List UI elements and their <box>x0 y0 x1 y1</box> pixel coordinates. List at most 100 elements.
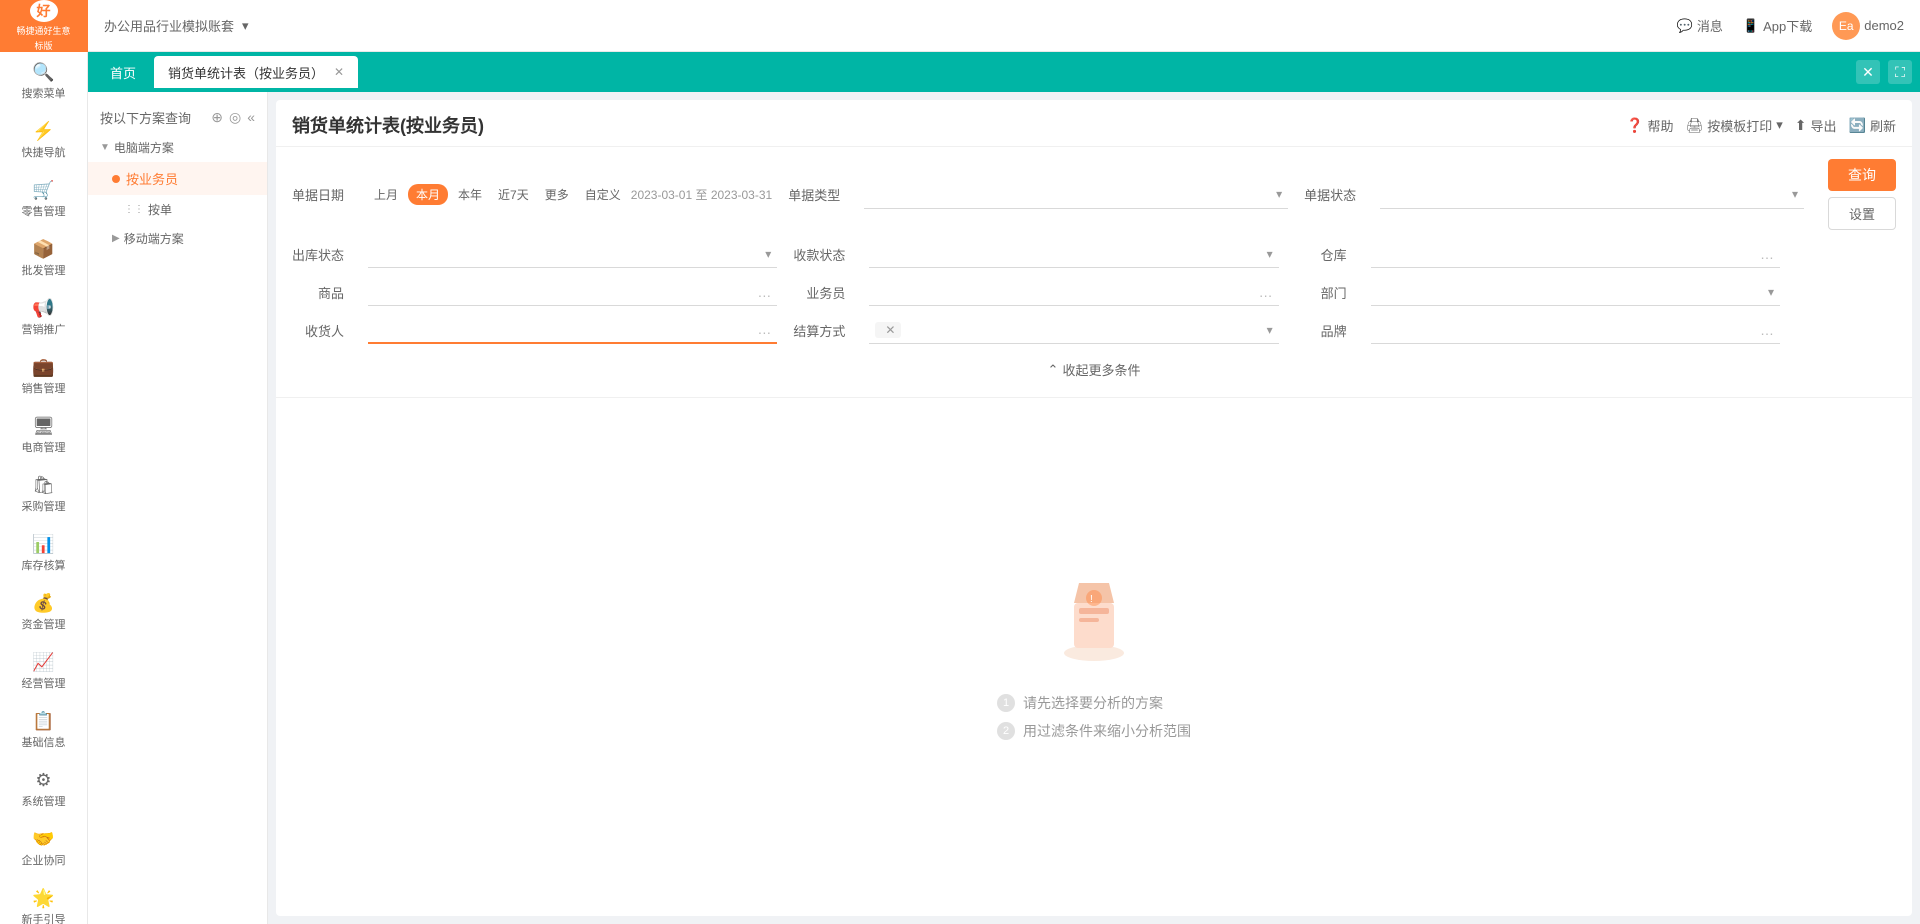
date-btn-thismonth[interactable]: 本月 <box>408 184 448 205</box>
app-download-icon: 📱 <box>1743 18 1759 34</box>
query-btn[interactable]: 查询 <box>1828 159 1896 191</box>
sidebar-label-7: 采购管理 <box>22 498 66 514</box>
user-menu[interactable]: Ea demo2 <box>1832 12 1904 40</box>
plan-item-salesperson[interactable]: 按业务员 <box>88 162 267 195</box>
sidebar-item-1[interactable]: ⚡ 快捷导航 <box>0 111 87 170</box>
sidebar-icon-2: 🛒 <box>32 180 54 201</box>
print-btn[interactable]: 🖨 按模板打印 ▾ <box>1685 116 1782 135</box>
settlement-field[interactable]: ✕ ▾ <box>869 316 1278 344</box>
receive-status-label: 收款状态 <box>793 245 853 264</box>
sub-icon: ⋮⋮ <box>124 204 144 215</box>
sidebar-label-11: 基础信息 <box>22 734 66 750</box>
department-label: 部门 <box>1295 283 1355 302</box>
consignee-field[interactable]: … <box>368 316 777 344</box>
consignee-label: 收货人 <box>292 321 352 340</box>
date-btn-7days[interactable]: 近7天 <box>492 184 535 205</box>
tab-close-icon[interactable]: ✕ <box>334 65 344 79</box>
sidebar-icon-5: 💼 <box>32 357 54 378</box>
refresh-icon: 🔄 <box>1849 117 1866 134</box>
brand-field[interactable]: … <box>1371 316 1780 344</box>
sidebar-item-11[interactable]: 📋 基础信息 <box>0 701 87 760</box>
refresh-btn[interactable]: 🔄 刷新 <box>1849 116 1896 135</box>
salesperson-more-icon: … <box>1259 284 1273 300</box>
goods-more-icon: … <box>757 284 771 300</box>
warehouse-more-icon: … <box>1760 246 1774 262</box>
sidebar-icon-13: 🤝 <box>32 829 54 850</box>
sidebar-item-10[interactable]: 📈 经营管理 <box>0 642 87 701</box>
help-btn[interactable]: ❓ 帮助 <box>1626 116 1673 135</box>
print-icon: 🖨 <box>1685 117 1703 134</box>
sidebar-item-3[interactable]: 📦 批发管理 <box>0 229 87 288</box>
settlement-clear-icon[interactable]: ✕ <box>885 323 895 337</box>
active-dot-icon <box>112 175 120 183</box>
date-btn-custom[interactable]: 自定义 <box>579 184 627 205</box>
sidebar-item-7[interactable]: 🛍 采购管理 <box>0 465 87 524</box>
goods-label: 商品 <box>292 283 352 302</box>
sidebar-label-13: 企业协同 <box>22 852 66 868</box>
topbar-dropdown[interactable]: ▾ <box>242 18 249 34</box>
out-status-field[interactable]: ▾ <box>368 240 777 268</box>
sidebar-item-2[interactable]: 🛒 零售管理 <box>0 170 87 229</box>
tip-text-2: 用过滤条件来缩小分析范围 <box>1023 721 1191 741</box>
filter-area: 单据日期 上月 本月 本年 近7天 更多 自定义 2023-03-01 至 20… <box>276 147 1912 398</box>
help-icon: ❓ <box>1626 117 1643 134</box>
sidebar-item-4[interactable]: 📢 营销推广 <box>0 288 87 347</box>
date-btn-thisyear[interactable]: 本年 <box>452 184 488 205</box>
export-label: 导出 <box>1811 116 1837 135</box>
sidebar-label-9: 资金管理 <box>22 616 66 632</box>
sidebar-item-13[interactable]: 🤝 企业协同 <box>0 819 87 878</box>
sidebar-item-6[interactable]: 🖥 电商管理 <box>0 406 87 465</box>
topbar: 办公用品行业模拟账套 ▾ 💬 消息 📱 App下载 Ea demo2 <box>88 0 1920 52</box>
date-field: 上月 本月 本年 近7天 更多 自定义 2023-03-01 至 2023-03… <box>368 184 772 205</box>
empty-tip-2: 2 用过滤条件来缩小分析范围 <box>997 721 1191 741</box>
sidebar-item-14[interactable]: 🌟 新手引导 <box>0 878 87 924</box>
app-logo[interactable]: 好 畅捷通好生意 标版 <box>0 0 88 52</box>
sidebar-icon-0: 🔍 <box>32 62 54 83</box>
sidebar-item-5[interactable]: 💼 销售管理 <box>0 347 87 406</box>
collapse-btn[interactable]: ⌃ 收起更多条件 <box>292 354 1896 385</box>
sidebar-item-0[interactable]: 🔍 搜索菜单 <box>0 52 87 111</box>
empty-tips: 1 请先选择要分析的方案 2 用过滤条件来缩小分析范围 <box>997 693 1191 741</box>
desktop-section-title[interactable]: ▼ 电脑端方案 <box>88 133 267 162</box>
plan-subitem-order[interactable]: ⋮⋮ 按单 <box>88 195 267 224</box>
department-field[interactable]: ▾ <box>1371 278 1780 306</box>
date-btn-lastmonth[interactable]: 上月 <box>368 184 404 205</box>
topbar-right: 💬 消息 📱 App下载 Ea demo2 <box>1677 12 1904 40</box>
goods-field[interactable]: … <box>368 278 777 306</box>
sidebar-item-8[interactable]: 📊 库存核算 <box>0 524 87 583</box>
tab-maximize-btn[interactable]: ⛶ <box>1888 60 1912 84</box>
sidebar-label-14: 新手引导 <box>22 911 66 924</box>
tab-report[interactable]: 销货单统计表（按业务员） ✕ <box>154 56 358 88</box>
app-download-btn[interactable]: 📱 App下载 <box>1743 16 1812 35</box>
setting-btn[interactable]: 设置 <box>1828 197 1896 230</box>
settings-plan-btn[interactable]: ◎ <box>229 109 241 126</box>
sidebar-item-12[interactable]: ⚙ 系统管理 <box>0 760 87 819</box>
tab-report-label: 销货单统计表（按业务员） <box>168 63 324 82</box>
export-btn[interactable]: ⬆ 导出 <box>1795 116 1837 135</box>
sidebar-label-8: 库存核算 <box>22 557 66 573</box>
doc-type-field[interactable]: ▾ <box>864 181 1288 209</box>
salesperson-field[interactable]: … <box>869 278 1278 306</box>
tab-close-all-btn[interactable]: ✕ <box>1856 60 1880 84</box>
doc-type-label: 单据类型 <box>788 185 848 204</box>
plan-salesperson-label: 按业务员 <box>126 169 178 188</box>
empty-icon: ! <box>1044 573 1144 673</box>
add-plan-btn[interactable]: ⊕ <box>211 109 223 126</box>
receive-status-field[interactable]: ▾ <box>869 240 1278 268</box>
message-btn[interactable]: 💬 消息 <box>1677 16 1723 35</box>
sidebar-icon-3: 📦 <box>32 239 54 260</box>
tab-home[interactable]: 首页 <box>96 56 150 88</box>
doc-status-field[interactable]: ▾ <box>1380 181 1804 209</box>
collapse-panel-btn[interactable]: « <box>247 109 255 126</box>
print-dropdown-icon[interactable]: ▾ <box>1776 117 1783 133</box>
collapse-arrow-icon: ⌃ <box>1048 362 1059 378</box>
department-dropdown-icon: ▾ <box>1768 285 1774 299</box>
date-btn-more[interactable]: 更多 <box>539 184 575 205</box>
mobile-section-title[interactable]: ▶ 移动端方案 <box>88 224 267 253</box>
tabbar-actions: ✕ ⛶ <box>1856 60 1912 84</box>
warehouse-field[interactable]: … <box>1371 240 1780 268</box>
sidebar-item-9[interactable]: 💰 资金管理 <box>0 583 87 642</box>
sidebar-icon-8: 📊 <box>32 534 54 555</box>
receive-status-dropdown-icon: ▾ <box>1267 247 1273 261</box>
filter-row-1: 单据日期 上月 本月 本年 近7天 更多 自定义 2023-03-01 至 20… <box>292 159 1896 230</box>
